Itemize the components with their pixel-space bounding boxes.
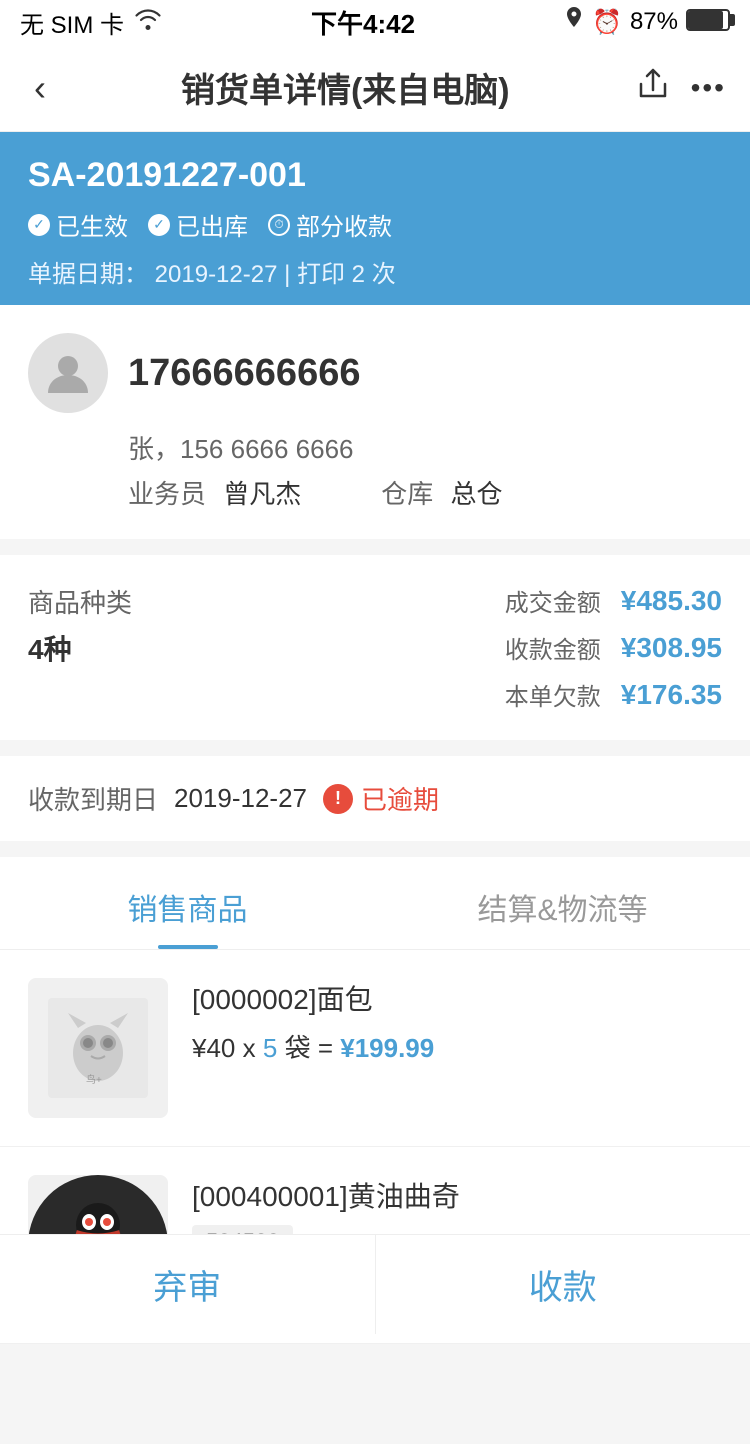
salesman-value: 曾凡杰 xyxy=(223,479,301,509)
status-right: ⏰ 87% xyxy=(564,7,730,38)
nav-bar: ‹ 销货单详情(来自电脑) ••• xyxy=(0,44,750,132)
warehouse-info: 仓库 总仓 xyxy=(381,474,502,511)
stats-right: 成交金额 ¥485.30 收款金额 ¥308.95 本单欠款 ¥176.35 xyxy=(505,583,722,712)
amount-row: 成交金额 ¥485.30 xyxy=(505,583,722,618)
product-name-1: [0000002]面包 xyxy=(192,978,722,1018)
due-date-value: 2019-12-27 xyxy=(174,783,307,814)
owed-label: 本单欠款 xyxy=(505,677,601,712)
share-icon[interactable] xyxy=(635,66,671,110)
received-value: ¥308.95 xyxy=(621,632,722,664)
stats-row: 商品种类 4种 成交金额 ¥485.30 收款金额 ¥308.95 本单欠款 ¥… xyxy=(28,583,722,712)
stats-section: 商品种类 4种 成交金额 ¥485.30 收款金额 ¥308.95 本单欠款 ¥… xyxy=(0,555,750,740)
page-title: 销货单详情(来自电脑) xyxy=(181,63,510,112)
bottom-bar: 弃审 收款 xyxy=(0,1234,750,1334)
status-badge-effective: ✓ 已生效 xyxy=(28,207,128,242)
back-button[interactable]: ‹ xyxy=(24,57,56,119)
customer-meta: 业务员 曾凡杰 仓库 总仓 xyxy=(28,474,722,511)
owed-row: 本单欠款 ¥176.35 xyxy=(505,677,722,712)
product-info-1: [0000002]面包 ¥40 x 5 袋 = ¥199.99 xyxy=(192,978,722,1118)
tab-settlement[interactable]: 结算&物流等 xyxy=(375,857,750,949)
salesman-info: 业务员 曾凡杰 xyxy=(128,474,301,511)
cancel-review-button[interactable]: 弃审 xyxy=(0,1235,376,1334)
status-badge-partial: ⏱ 部分收款 xyxy=(268,207,392,242)
check-icon-2: ✓ xyxy=(148,214,170,236)
stats-left: 商品种类 4种 xyxy=(28,583,132,668)
order-id: SA-20191227-001 xyxy=(28,156,722,195)
overdue-badge: ! 已逾期 xyxy=(323,780,439,817)
customer-section: 17666666666 张，156 6666 6666 业务员 曾凡杰 仓库 总… xyxy=(0,305,750,539)
order-date-value: 2019-12-27 xyxy=(155,261,278,288)
category-count: 4种 xyxy=(28,628,132,668)
header-banner: SA-20191227-001 ✓ 已生效 ✓ 已出库 ⏱ 部分收款 单据日期：… xyxy=(0,132,750,305)
location-icon xyxy=(564,7,584,38)
customer-id: 17666666666 xyxy=(128,352,360,395)
product-total-1: ¥199.99 xyxy=(340,1033,434,1063)
print-info: 打印 2 次 xyxy=(297,261,396,288)
battery-icon xyxy=(686,8,730,36)
order-date: 单据日期： 2019-12-27 | 打印 2 次 xyxy=(28,254,722,289)
owed-value: ¥176.35 xyxy=(621,679,722,711)
product-qty-1: 5 xyxy=(263,1033,277,1063)
tab-sales[interactable]: 销售商品 xyxy=(0,857,375,949)
tabs: 销售商品 结算&物流等 xyxy=(0,857,750,950)
salesman-label: 业务员 xyxy=(128,479,206,509)
nav-actions: ••• xyxy=(635,66,726,110)
status-bar: 无 SIM 卡 下午4:42 ⏰ 87% xyxy=(0,0,750,44)
clock-icon: ⏱ xyxy=(268,214,290,236)
carrier-text: 无 SIM 卡 xyxy=(20,5,124,40)
more-icon[interactable]: ••• xyxy=(691,72,726,104)
collect-payment-button[interactable]: 收款 xyxy=(376,1235,750,1334)
customer-row: 17666666666 xyxy=(28,333,722,413)
received-label: 收款金额 xyxy=(505,630,601,665)
overdue-text: 已逾期 xyxy=(361,780,439,817)
warehouse-value: 总仓 xyxy=(451,479,503,509)
overdue-icon: ! xyxy=(323,784,353,814)
svg-text:鸟+: 鸟+ xyxy=(86,1073,102,1086)
list-item: 鸟+ [0000002]面包 ¥40 x 5 袋 = ¥199.99 xyxy=(0,950,750,1147)
amount-label: 成交金额 xyxy=(505,583,601,618)
wifi-icon xyxy=(134,8,162,37)
due-label: 收款到期日 xyxy=(28,780,158,817)
alarm-icon: ⏰ xyxy=(592,8,622,37)
avatar xyxy=(28,333,108,413)
amount-value: ¥485.30 xyxy=(621,585,722,617)
product-name-2: [000400001]黄油曲奇 xyxy=(192,1175,722,1215)
customer-name-phone: 张，156 6666 6666 xyxy=(28,429,722,466)
battery-text: 87% xyxy=(630,8,678,36)
received-row: 收款金额 ¥308.95 xyxy=(505,630,722,665)
product-thumbnail-1: 鸟+ xyxy=(28,978,168,1118)
status-badge-shipped: ✓ 已出库 xyxy=(148,207,248,242)
status-badges: ✓ 已生效 ✓ 已出库 ⏱ 部分收款 xyxy=(28,207,722,242)
due-section: 收款到期日 2019-12-27 ! 已逾期 xyxy=(0,756,750,841)
check-icon-1: ✓ xyxy=(28,214,50,236)
category-label: 商品种类 xyxy=(28,583,132,620)
status-time: 下午4:42 xyxy=(311,4,415,41)
product-price-1: ¥40 x 5 袋 = ¥199.99 xyxy=(192,1028,722,1065)
warehouse-label: 仓库 xyxy=(381,479,433,509)
status-left: 无 SIM 卡 xyxy=(20,5,162,40)
